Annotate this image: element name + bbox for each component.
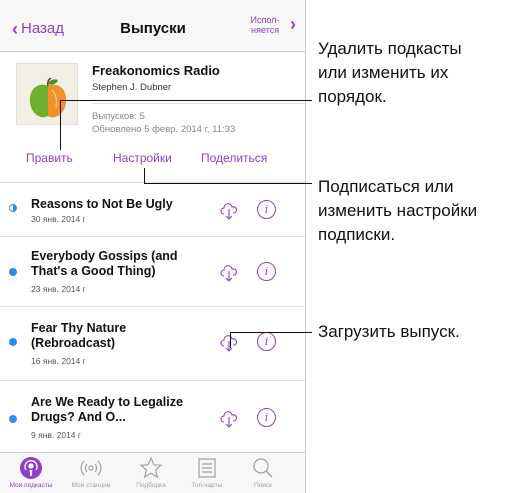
podcast-icon (20, 457, 42, 479)
now-playing-button[interactable]: Испол- няется › (242, 14, 296, 35)
download-cloud-icon[interactable] (218, 199, 240, 221)
podcasts-app-screen: ‹ Назад Выпуски Испол- няется › Freakono… (0, 0, 306, 493)
tab-featured[interactable]: Подборка (120, 456, 182, 489)
updated-date: Обновлено 5 февр. 2014 г, 11:33 (92, 124, 236, 135)
episode-row[interactable]: Are We Ready to Legalize Drugs? And O...… (0, 381, 305, 453)
callout-download-text: Загрузить выпуск. (318, 322, 460, 341)
callout-settings-text: Подписаться или изменить настройки подпи… (318, 177, 478, 244)
navigation-bar: ‹ Назад Выпуски Испол- няется › (0, 0, 305, 52)
tab-label: Мои станции (71, 482, 111, 489)
podcast-header: Freakonomics Radio Stephen J. Dubner Вып… (0, 53, 305, 181)
unplayed-indicator (9, 268, 17, 276)
tab-label: Мои подкасты (9, 482, 53, 489)
episode-date: 23 янв. 2014 г (31, 284, 86, 294)
episode-date: 16 янв. 2014 г (31, 356, 86, 366)
tab-label: Топ-чарты (191, 482, 223, 489)
episode-title: Are We Ready to Legalize Drugs? And O... (31, 395, 183, 424)
info-icon[interactable]: i (257, 332, 276, 351)
star-icon (139, 456, 163, 479)
info-icon[interactable]: i (257, 200, 276, 219)
podcast-author: Stephen J. Dubner (92, 82, 172, 93)
station-icon (80, 460, 102, 476)
podcast-actions: Править Настройки Поделиться (0, 151, 305, 171)
share-button[interactable]: Поделиться (201, 151, 267, 165)
podcast-cover-image (16, 63, 78, 125)
tab-label: Подборка (136, 482, 166, 489)
podcast-title: Freakonomics Radio (92, 63, 220, 78)
edit-button[interactable]: Править (26, 151, 73, 165)
download-cloud-icon[interactable] (218, 261, 240, 283)
episode-row[interactable]: Fear Thy Nature (Rebroadcast) 16 янв. 20… (0, 307, 305, 381)
download-cloud-icon[interactable] (218, 407, 240, 429)
tab-label: Поиск (253, 482, 272, 489)
episode-title: Everybody Gossips (and That's a Good Thi… (31, 249, 178, 278)
episode-count: Выпусков: 5 (92, 111, 145, 122)
callout-leader-settings (144, 183, 312, 185)
tab-my-stations[interactable]: Мои станции (60, 456, 122, 489)
episode-row[interactable]: Everybody Gossips (and That's a Good Thi… (0, 237, 305, 307)
callout-leader-download (230, 332, 312, 334)
callout-leader-download-vertical (230, 332, 232, 348)
callout-leader-edit (60, 100, 312, 102)
episode-row[interactable]: Reasons to Not Be Ugly 30 янв. 2014 г i (0, 183, 305, 237)
download-cloud-icon[interactable] (218, 331, 240, 353)
episode-date: 30 янв. 2014 г (31, 214, 86, 224)
callout-leader-settings-vertical (144, 168, 146, 184)
now-playing-label: Испол- няется (250, 14, 280, 35)
unplayed-indicator (9, 338, 17, 346)
info-icon[interactable]: i (257, 408, 276, 427)
episode-date: 9 янв. 2014 г (31, 430, 81, 440)
list-icon (198, 458, 216, 478)
tab-bar: Мои подкасты Мои станции Подборка Топ-ча… (0, 452, 305, 493)
callout-leader-edit-vertical (60, 100, 62, 150)
divider (92, 103, 305, 104)
episode-title: Fear Thy Nature (Rebroadcast) (31, 321, 127, 350)
callout-edit-text: Удалить подкасты или изменить их порядок… (318, 39, 462, 106)
search-icon (253, 458, 273, 478)
settings-button[interactable]: Настройки (113, 151, 172, 165)
partially-played-indicator (9, 204, 17, 212)
tab-search[interactable]: Поиск (232, 456, 294, 489)
tab-top-charts[interactable]: Топ-чарты (176, 456, 238, 489)
chevron-right-icon: › (290, 14, 296, 34)
episode-title: Reasons to Not Be Ugly (31, 197, 173, 211)
episode-list: Reasons to Not Be Ugly 30 янв. 2014 г i … (0, 182, 305, 453)
info-icon[interactable]: i (257, 262, 276, 281)
tab-my-podcasts[interactable]: Мои подкасты (0, 456, 62, 489)
unplayed-indicator (9, 415, 17, 423)
